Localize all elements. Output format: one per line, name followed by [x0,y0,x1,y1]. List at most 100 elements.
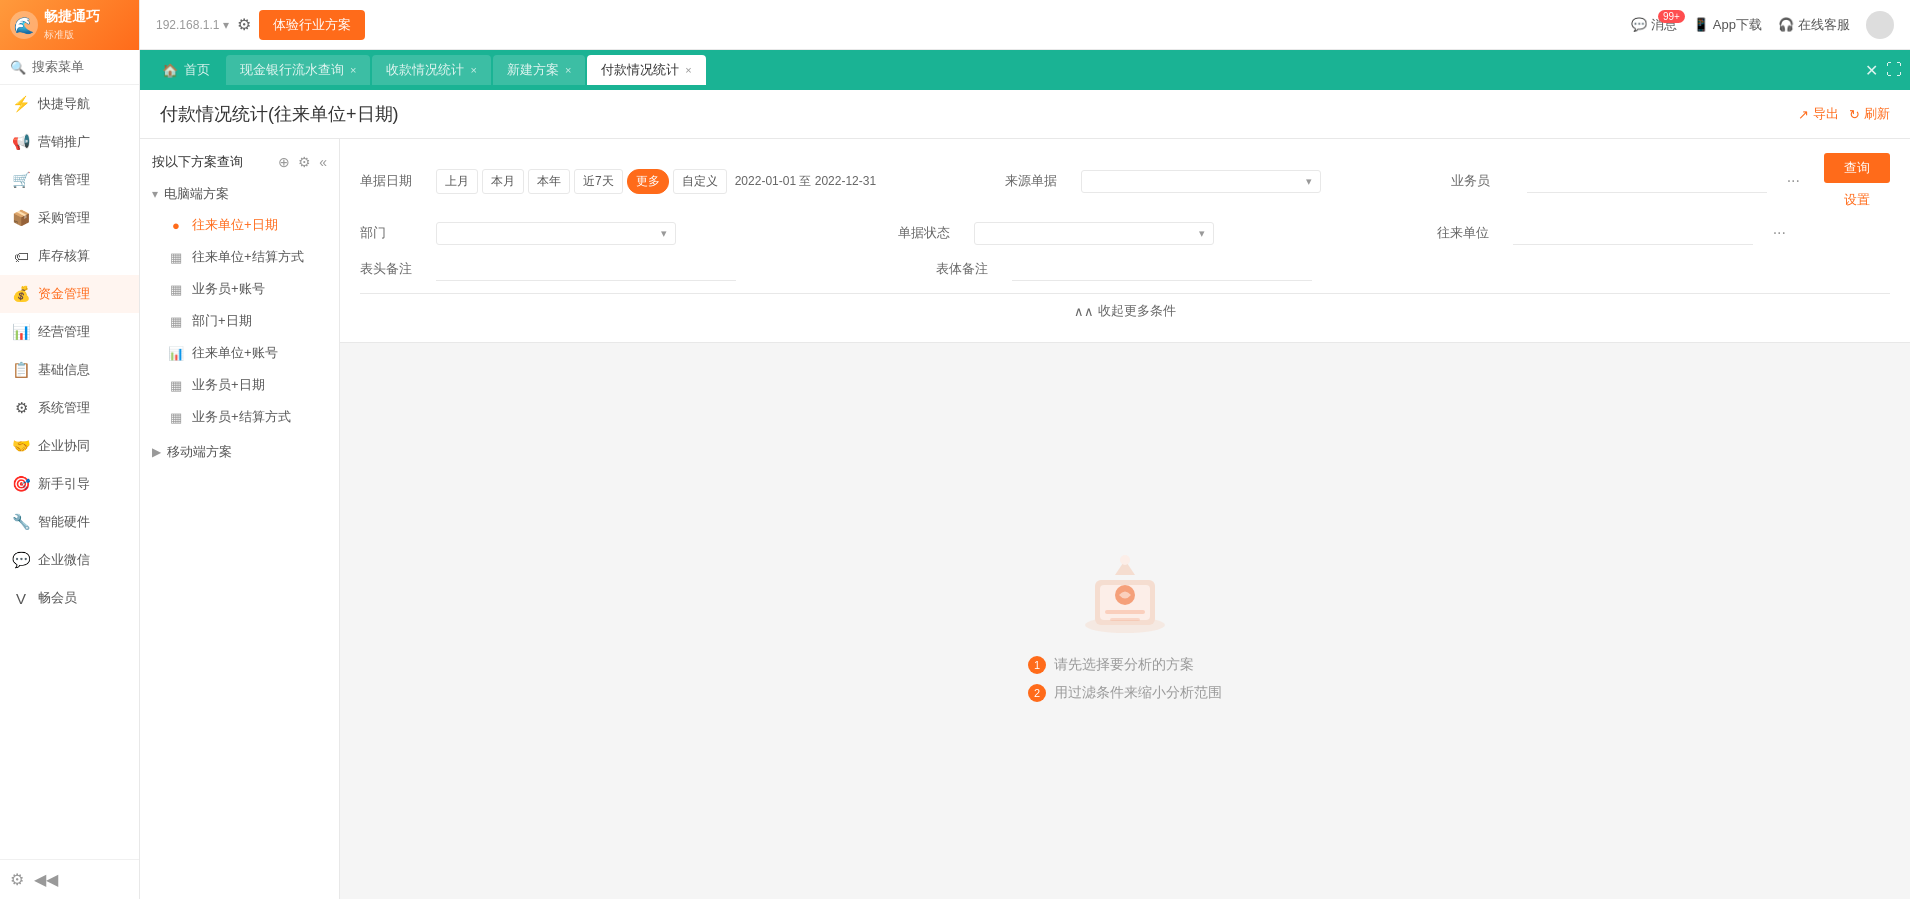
sidebar-item-basic-info[interactable]: 📋 基础信息 [0,351,139,389]
tab-bank-flow-close[interactable]: × [350,64,356,76]
tab-home[interactable]: 🏠 首页 [148,55,224,85]
sidebar-item-label: 企业协同 [38,437,90,455]
chevron-right-icon: ▶ [152,445,161,459]
page-header: 付款情况统计(往来单位+日期) ↗ 导出 ↻ 刷新 [140,90,1910,139]
partner-input[interactable] [1513,221,1753,245]
partner-more-icon[interactable]: ··· [1773,224,1786,242]
status-chevron-icon: ▾ [1199,227,1205,240]
empty-tip-1: 1 请先选择要分析的方案 [1028,656,1222,674]
sidebar-item-purchase[interactable]: 📦 采购管理 [0,199,139,237]
sidebar-item-system[interactable]: ⚙ 系统管理 [0,389,139,427]
messages-btn[interactable]: 💬 消息 99+ [1631,16,1677,34]
staff-more-icon[interactable]: ··· [1787,172,1800,190]
body-remark-input[interactable] [1012,257,1312,281]
table-icon-4: ▦ [168,377,184,393]
date-label: 单据日期 [360,172,420,190]
tip-num-2: 2 [1028,684,1046,702]
panel-item-staff-date[interactable]: ▦ 业务员+日期 [140,369,339,401]
topbar-settings-btn[interactable]: ⚙ [237,15,251,34]
sidebar-item-marketing[interactable]: 📢 营销推广 [0,123,139,161]
tabs-bar: 🏠 首页 现金银行流水查询 × 收款情况统计 × 新建方案 × 付款情况统计 ×… [140,50,1910,90]
sidebar-item-quick-nav[interactable]: ⚡ 快捷导航 [0,85,139,123]
panel-section-desktop-header[interactable]: ▾ 电脑端方案 [140,179,339,209]
collapse-panel-btn[interactable]: « [319,154,327,170]
panel-item-staff-settle[interactable]: ▦ 业务员+结算方式 [140,401,339,433]
inventory-icon: 🏷 [12,247,30,265]
maximize-btn[interactable]: ⛶ [1886,61,1902,79]
table-icon-1: ▦ [168,249,184,265]
panel-section-mobile-header[interactable]: ▶ 移动端方案 [140,437,339,467]
last-month-btn[interactable]: 上月 [436,169,478,194]
close-all-tabs-btn[interactable]: ✕ [1865,61,1878,80]
source-chevron-icon: ▾ [1306,175,1312,188]
marketing-icon: 📢 [12,133,30,151]
sidebar: 🌊 畅捷通巧 标准版 🔍 搜索菜单 ⚡ 快捷导航 📢 营销推广 🛒 销售管理 📦… [0,0,140,899]
online-service-btn[interactable]: 🎧 在线客服 [1778,16,1850,34]
topbar-left: 192.168.1.1 ▾ ⚙ 体验行业方案 [156,10,1619,40]
quick-nav-icon: ⚡ [12,95,30,113]
tab-payment-stats[interactable]: 付款情况统计 × [587,55,705,85]
member-icon: V [12,589,30,607]
tab-collection-stats-close[interactable]: × [470,64,476,76]
sidebar-item-hardware[interactable]: 🔧 智能硬件 [0,503,139,541]
tab-payment-stats-close[interactable]: × [685,64,691,76]
header-remark-input[interactable] [436,257,736,281]
messages-badge: 99+ [1658,10,1685,23]
query-btn[interactable]: 查询 [1824,153,1890,183]
main-area: 192.168.1.1 ▾ ⚙ 体验行业方案 💬 消息 99+ 📱 App下载 … [140,0,1910,899]
plan-settings-btn[interactable]: ⚙ [298,154,311,170]
filter-area: 单据日期 上月 本月 本年 近7天 更多 自定义 2022-01-01 至 20… [340,139,1910,343]
sidebar-item-member[interactable]: V 畅会员 [0,579,139,617]
tab-collection-stats[interactable]: 收款情况统计 × [372,55,490,85]
collapse-bar[interactable]: ∧∧ 收起更多条件 [360,293,1890,328]
this-year-btn[interactable]: 本年 [528,169,570,194]
sidebar-item-wechat[interactable]: 💬 企业微信 [0,541,139,579]
sidebar-footer: ⚙ ◀◀ [0,859,139,899]
messages-icon: 💬 [1631,17,1647,32]
collapse-sidebar-btn[interactable]: ◀◀ [34,870,58,889]
source-select[interactable]: ▾ [1081,170,1321,193]
tab-bank-flow[interactable]: 现金银行流水查询 × [226,55,370,85]
panel-item-dept-date[interactable]: ▦ 部门+日期 [140,305,339,337]
empty-tip-1-text: 请先选择要分析的方案 [1054,656,1194,674]
tab-new-plan-close[interactable]: × [565,64,571,76]
address-chevron-icon: ▾ [223,18,229,32]
staff-input[interactable] [1527,169,1767,193]
panel-item-staff-settle-label: 业务员+结算方式 [192,408,291,426]
home-icon: 🏠 [162,63,178,78]
app-download-btn[interactable]: 📱 App下载 [1693,16,1762,34]
sidebar-item-label: 采购管理 [38,209,90,227]
sidebar-item-operations[interactable]: 📊 经营管理 [0,313,139,351]
chart-icon: 📊 [168,345,184,361]
sidebar-item-guide[interactable]: 🎯 新手引导 [0,465,139,503]
sidebar-item-finance[interactable]: 💰 资金管理 [0,275,139,313]
topbar-right: 💬 消息 99+ 📱 App下载 🎧 在线客服 [1631,11,1894,39]
sidebar-item-enterprise[interactable]: 🤝 企业协同 [0,427,139,465]
panel-toolbar-title: 按以下方案查询 [152,153,270,171]
refresh-btn[interactable]: ↻ 刷新 [1849,105,1890,123]
this-month-btn[interactable]: 本月 [482,169,524,194]
empty-state: 1 请先选择要分析的方案 2 用过滤条件来缩小分析范围 [340,343,1910,899]
panel-item-unit-date[interactable]: ● 往来单位+日期 [140,209,339,241]
sidebar-item-sales[interactable]: 🛒 销售管理 [0,161,139,199]
user-avatar[interactable] [1866,11,1894,39]
sidebar-item-label: 畅会员 [38,589,77,607]
custom-date-btn[interactable]: 自定义 [673,169,727,194]
last-7-days-btn[interactable]: 近7天 [574,169,623,194]
panel-item-unit-account[interactable]: 📊 往来单位+账号 [140,337,339,369]
add-plan-btn[interactable]: ⊕ [278,154,290,170]
sidebar-item-label: 资金管理 [38,285,90,303]
settings-footer-btn[interactable]: ⚙ [10,870,24,889]
panel-item-unit-settle[interactable]: ▦ 往来单位+结算方式 [140,241,339,273]
sidebar-item-inventory[interactable]: 🏷 库存核算 [0,237,139,275]
tab-new-plan[interactable]: 新建方案 × [493,55,585,85]
dept-select[interactable]: ▾ [436,222,676,245]
filter-settings-link[interactable]: 设置 [1824,191,1890,209]
trial-btn[interactable]: 体验行业方案 [259,10,365,40]
sidebar-search[interactable]: 🔍 搜索菜单 [0,50,139,85]
status-select[interactable]: ▾ [974,222,1214,245]
panel-item-staff-account[interactable]: ▦ 业务员+账号 [140,273,339,305]
search-icon: 🔍 [10,60,26,75]
export-btn[interactable]: ↗ 导出 [1798,105,1839,123]
more-dates-btn[interactable]: 更多 [627,169,669,194]
